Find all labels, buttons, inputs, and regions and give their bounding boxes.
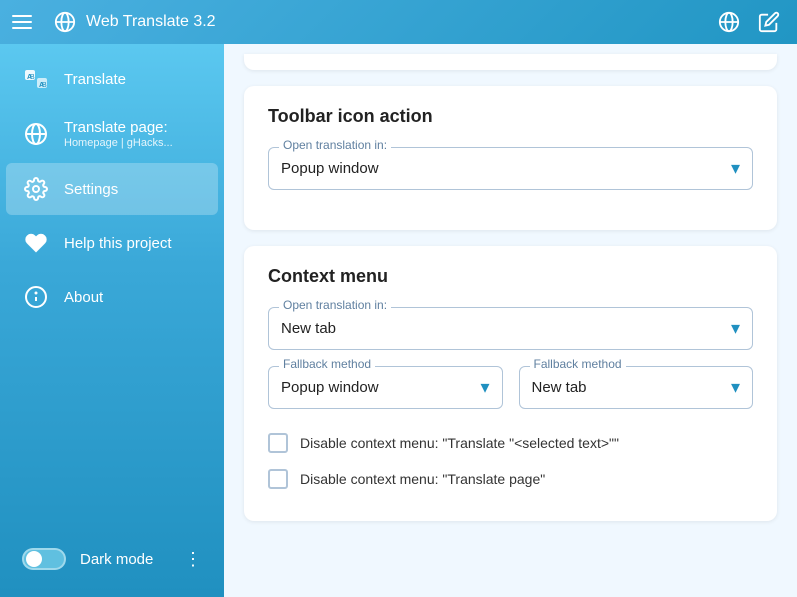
title-bar: Web Translate 3.2: [0, 0, 797, 44]
toggle-knob: [26, 551, 42, 567]
sidebar-bottom: Dark mode ⋮: [0, 529, 224, 589]
sidebar-item-help-label: Help this project: [64, 235, 172, 252]
edit-button[interactable]: [753, 6, 785, 38]
translate-page-text: Translate page: Homepage | gHacks...: [64, 119, 173, 149]
content-inner: Toolbar icon action Open translation in:…: [224, 44, 797, 557]
context-menu-title: Context menu: [268, 266, 753, 287]
fallback1-field: Fallback method Popup window ▾ Popup win…: [268, 366, 503, 409]
main-layout: A B A B Translate Translate page: Homepa…: [0, 44, 797, 597]
translate-page-sub: Homepage | gHacks...: [64, 137, 173, 149]
sidebar-item-about[interactable]: About: [6, 271, 218, 323]
about-icon: [22, 283, 50, 311]
dark-mode-label: Dark mode: [80, 551, 153, 568]
settings-icon: [22, 175, 50, 203]
context-menu-card: Context menu Open translation in: New ta…: [244, 246, 777, 521]
translate-page-label: Translate page:: [64, 119, 173, 136]
checkbox-disable-selected-text-label: Disable context menu: "Translate "<selec…: [300, 435, 619, 451]
hamburger-button[interactable]: [12, 6, 44, 38]
sidebar-item-settings-label: Settings: [64, 181, 118, 198]
partial-card: [244, 54, 777, 70]
checkbox-disable-selected-text[interactable]: Disable context menu: "Translate "<selec…: [268, 425, 753, 461]
title-bar-left: Web Translate 3.2: [12, 6, 216, 38]
checkbox-disable-translate-page-box[interactable]: [268, 469, 288, 489]
context-select-row: New tab ▾ Popup window New tab Sidebar: [281, 318, 740, 339]
checkbox-disable-translate-page[interactable]: Disable context menu: "Translate page": [268, 461, 753, 497]
sidebar-item-translate[interactable]: A B A B Translate: [6, 53, 218, 105]
content-area: Toolbar icon action Open translation in:…: [224, 44, 797, 597]
checkbox-disable-selected-text-box[interactable]: [268, 433, 288, 453]
dark-mode-toggle[interactable]: [22, 548, 66, 570]
title-bar-actions: [713, 6, 785, 38]
toolbar-open-translation-field: Open translation in: Popup window ▾ Popu…: [268, 147, 753, 190]
sidebar-item-about-label: About: [64, 289, 103, 306]
fallback2-field: Fallback method New tab ▾ Popup window N…: [519, 366, 754, 409]
sidebar-item-translate-label: Translate: [64, 71, 126, 88]
svg-text:B: B: [42, 82, 47, 89]
context-open-translation-field: Open translation in: New tab ▾ Popup win…: [268, 307, 753, 350]
sidebar-item-help[interactable]: Help this project: [6, 217, 218, 269]
toolbar-select-row: Popup window ▾ Popup window New tab Side…: [281, 158, 740, 179]
checkbox-disable-translate-page-label: Disable context menu: "Translate page": [300, 471, 545, 487]
toolbar-icon-action-card: Toolbar icon action Open translation in:…: [244, 86, 777, 230]
globe-button[interactable]: [713, 6, 745, 38]
svg-text:B: B: [30, 74, 35, 81]
translate-icon: A B A B: [22, 65, 50, 93]
translate-page-icon: [22, 120, 50, 148]
more-button[interactable]: ⋮: [184, 549, 202, 570]
fallback-methods-row: Fallback method Popup window ▾ Popup win…: [268, 366, 753, 425]
sidebar: A B A B Translate Translate page: Homepa…: [0, 44, 224, 597]
fallback2-select-row: New tab ▾ Popup window New tab Sidebar: [532, 377, 741, 398]
toolbar-icon-action-title: Toolbar icon action: [268, 106, 753, 127]
app-title: Web Translate 3.2: [86, 13, 216, 31]
fallback1-select-row: Popup window ▾ Popup window New tab Side…: [281, 377, 490, 398]
sidebar-item-settings[interactable]: Settings: [6, 163, 218, 215]
dark-mode-item: Dark mode ⋮: [6, 538, 218, 580]
sidebar-item-translate-page[interactable]: Translate page: Homepage | gHacks...: [6, 107, 218, 161]
app-logo-icon: [54, 11, 76, 33]
help-icon: [22, 229, 50, 257]
